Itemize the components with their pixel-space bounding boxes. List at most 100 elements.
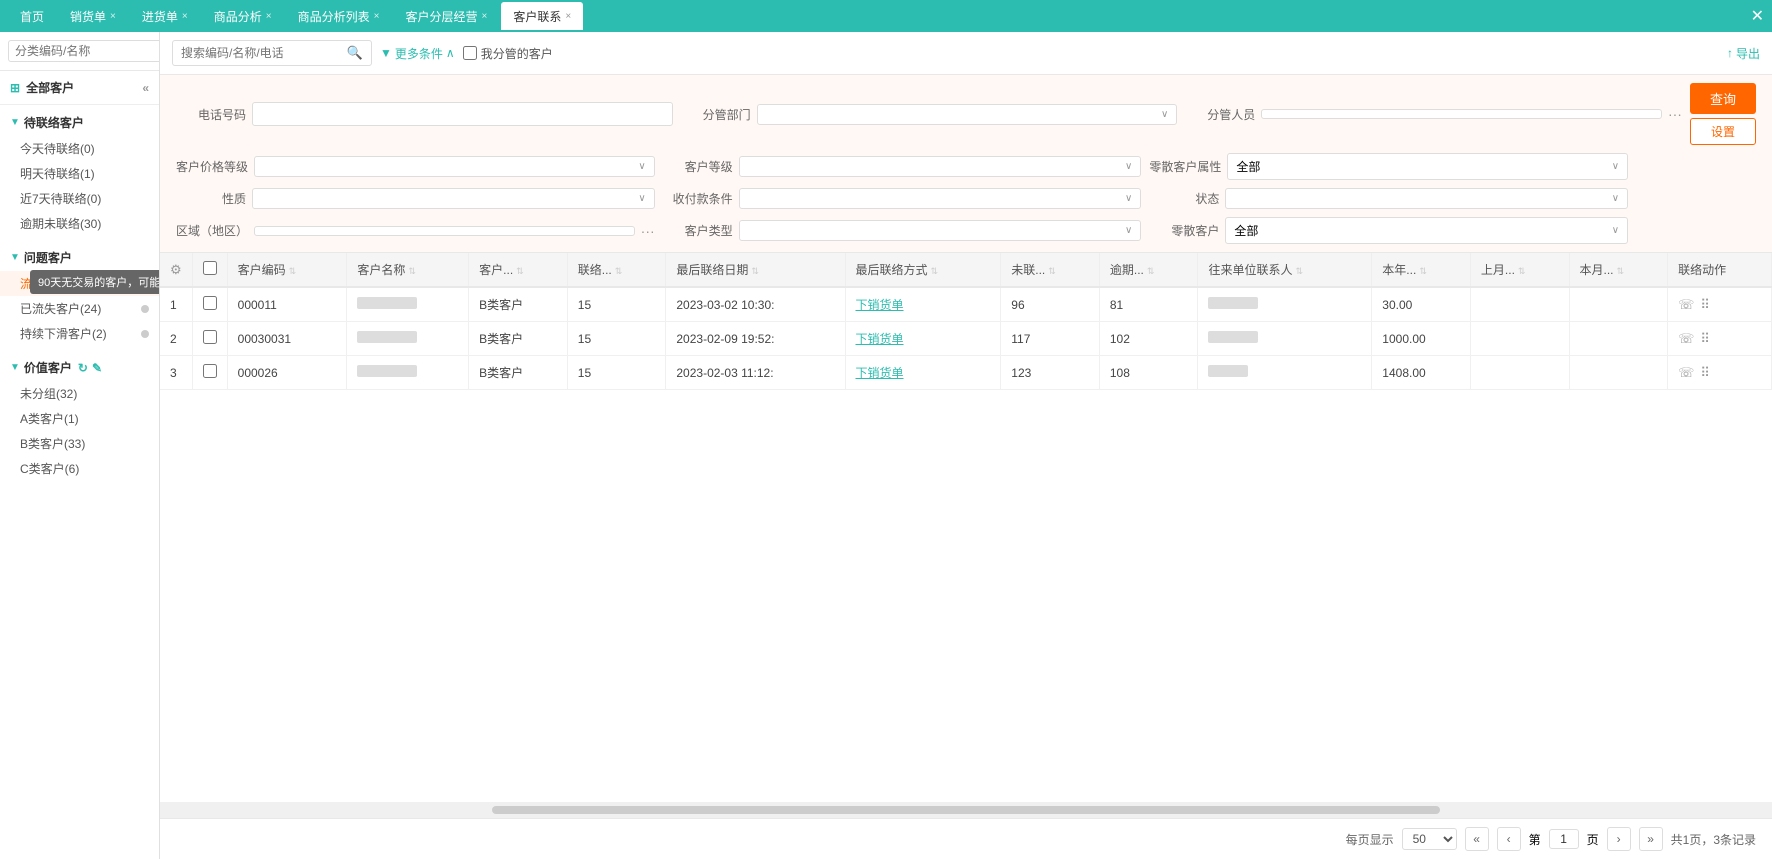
setting-button[interactable]: 设置 bbox=[1690, 118, 1756, 145]
row3-checkbox[interactable] bbox=[203, 364, 217, 378]
row1-action: ☏ ⠿ bbox=[1668, 287, 1772, 322]
sidebar-group-problem-title[interactable]: ▼ 问题客户 bbox=[0, 244, 159, 271]
col-last-month-sort-icon[interactable]: ⇅ bbox=[1518, 266, 1526, 276]
phone-input[interactable] bbox=[261, 107, 664, 121]
query-button[interactable]: 查询 bbox=[1690, 83, 1756, 114]
row3-last-method[interactable]: 下销货单 bbox=[845, 356, 1001, 390]
row2-more-action-icon[interactable]: ⠿ bbox=[1700, 331, 1710, 347]
col-uncontacted-sort-icon[interactable]: ⇅ bbox=[1048, 266, 1056, 276]
col-this-year-sort-icon[interactable]: ⇅ bbox=[1419, 266, 1427, 276]
filter-status-select[interactable]: ∨ bbox=[1225, 188, 1628, 209]
row1-last-method[interactable]: 下销货单 bbox=[845, 287, 1001, 322]
sidebar-item-overdue-contact[interactable]: 逾期未联络(30) bbox=[0, 211, 159, 236]
sidebar-item-ungrouped[interactable]: 未分组(32) bbox=[0, 381, 159, 406]
row2-checkbox[interactable] bbox=[203, 330, 217, 344]
more-filter-button[interactable]: ▼ 更多条件 ∧ bbox=[380, 45, 455, 62]
row1-contact-action-icon[interactable]: ☏ bbox=[1678, 297, 1694, 313]
filter-scattered-select[interactable]: 全部 ∨ bbox=[1225, 217, 1628, 244]
row2-contact-action-icon[interactable]: ☏ bbox=[1678, 331, 1694, 347]
tab-product-analysis[interactable]: 商品分析 × bbox=[202, 2, 284, 30]
col-checkbox[interactable] bbox=[192, 253, 227, 287]
sidebar-item-class-c[interactable]: C类客户(6) bbox=[0, 456, 159, 481]
region-dots-icon[interactable]: ··· bbox=[641, 223, 655, 239]
tab-homepage[interactable]: 首页 bbox=[8, 2, 56, 30]
edit-icon[interactable]: ✎ bbox=[92, 361, 102, 375]
filter-price-select[interactable]: ∨ bbox=[254, 156, 655, 177]
next-page-button[interactable]: › bbox=[1607, 827, 1631, 851]
tab-product-list-close[interactable]: × bbox=[374, 11, 380, 22]
tab-customer-layer-close[interactable]: × bbox=[481, 11, 487, 22]
window-close-icon[interactable]: ✕ bbox=[1751, 6, 1764, 26]
sidebar-item-tomorrow-contact[interactable]: 明天待联络(1) bbox=[0, 161, 159, 186]
sidebar-group-value-title[interactable]: ▼ 价值客户 ↻ ✎ bbox=[0, 354, 159, 381]
export-button[interactable]: ↑ 导出 bbox=[1727, 45, 1760, 62]
tab-sales-order[interactable]: 销货单 × bbox=[58, 2, 128, 30]
col-last-date-sort-icon[interactable]: ⇅ bbox=[751, 266, 759, 276]
row1-cb[interactable] bbox=[192, 287, 227, 322]
col-unit-contact-sort-icon[interactable]: ⇅ bbox=[1296, 266, 1304, 276]
sidebar-item-declining[interactable]: 持续下滑客户(2) bbox=[0, 321, 159, 346]
sidebar-all-customers[interactable]: ⊞ 全部客户 « bbox=[0, 71, 159, 105]
row1-method-link[interactable]: 下销货单 bbox=[856, 298, 904, 312]
col-overdue-sort-icon[interactable]: ⇅ bbox=[1147, 266, 1155, 276]
sidebar-group-pending-title[interactable]: ▼ 待联络客户 bbox=[0, 109, 159, 136]
sidebar-search-input[interactable] bbox=[8, 40, 160, 62]
search-input[interactable] bbox=[181, 46, 347, 60]
col-type-sort-icon[interactable]: ⇅ bbox=[516, 266, 524, 276]
filter-cust-type-select[interactable]: ∨ bbox=[739, 220, 1142, 241]
table-gear-icon[interactable]: ⚙ bbox=[170, 262, 182, 277]
refresh-icon[interactable]: ↻ bbox=[78, 361, 88, 375]
filter-region-input[interactable] bbox=[254, 226, 635, 236]
select-all-checkbox[interactable] bbox=[203, 261, 217, 275]
row2-method-link[interactable]: 下销货单 bbox=[856, 332, 904, 346]
col-this-month-sort-icon[interactable]: ⇅ bbox=[1617, 266, 1625, 276]
row3-cb[interactable] bbox=[192, 356, 227, 390]
tab-customer-contact-close[interactable]: × bbox=[565, 11, 571, 22]
horizontal-scrollbar[interactable] bbox=[176, 806, 1756, 814]
page-size-select[interactable]: 50 20 100 200 bbox=[1402, 828, 1457, 850]
current-page-input[interactable] bbox=[1549, 829, 1579, 849]
filter-payment-select[interactable]: ∨ bbox=[739, 188, 1142, 209]
filter-cust-level-select[interactable]: ∨ bbox=[739, 156, 1142, 177]
sidebar-item-class-b[interactable]: B类客户(33) bbox=[0, 431, 159, 456]
search-filter-input[interactable]: 🔍 bbox=[172, 40, 372, 66]
sidebar-item-7days-contact[interactable]: 近7天待联络(0) bbox=[0, 186, 159, 211]
col-name-sort-icon[interactable]: ⇅ bbox=[408, 266, 416, 276]
person-dots-icon[interactable]: ··· bbox=[1668, 106, 1682, 122]
filter-search-icon[interactable]: 🔍 bbox=[347, 45, 363, 61]
prev-page-button[interactable]: ‹ bbox=[1497, 827, 1521, 851]
tab-product-list[interactable]: 商品分析列表 × bbox=[286, 2, 392, 30]
tab-purchase-close[interactable]: × bbox=[182, 11, 188, 22]
sidebar-item-churned[interactable]: 已流失客户(24) bbox=[0, 296, 159, 321]
tab-sales-close[interactable]: × bbox=[110, 11, 116, 22]
filter-scattered-attr-select[interactable]: 全部 ∨ bbox=[1227, 153, 1628, 180]
tab-product-analysis-close[interactable]: × bbox=[266, 11, 272, 22]
col-last-method-sort-icon[interactable]: ⇅ bbox=[931, 266, 939, 276]
sidebar-item-class-a[interactable]: A类客户(1) bbox=[0, 406, 159, 431]
sidebar-item-today-contact[interactable]: 今天待联络(0) bbox=[0, 136, 159, 161]
row1-more-action-icon[interactable]: ⠿ bbox=[1700, 297, 1710, 313]
row3-method-link[interactable]: 下销货单 bbox=[856, 366, 904, 380]
last-page-button[interactable]: » bbox=[1639, 827, 1663, 851]
col-gear[interactable]: ⚙ bbox=[160, 253, 192, 287]
row1-checkbox[interactable] bbox=[203, 296, 217, 310]
filter-person-select[interactable] bbox=[1261, 109, 1662, 119]
row2-last-method[interactable]: 下销货单 bbox=[845, 322, 1001, 356]
tab-purchase-order[interactable]: 进货单 × bbox=[130, 2, 200, 30]
sidebar-collapse-icon[interactable]: « bbox=[142, 81, 149, 95]
row3-more-action-icon[interactable]: ⠿ bbox=[1700, 365, 1710, 381]
page-prefix-label: 第 bbox=[1529, 831, 1541, 848]
filter-phone-input[interactable] bbox=[252, 102, 673, 126]
row3-contact-action-icon[interactable]: ☏ bbox=[1678, 365, 1694, 381]
row2-cb[interactable] bbox=[192, 322, 227, 356]
first-page-button[interactable]: « bbox=[1465, 827, 1489, 851]
col-code-sort-icon[interactable]: ⇅ bbox=[289, 266, 297, 276]
my-customer-cb[interactable] bbox=[463, 46, 477, 60]
tab-customer-contact[interactable]: 客户联系 × bbox=[501, 2, 583, 30]
scrollbar-thumb[interactable] bbox=[492, 806, 1440, 814]
filter-dept-select[interactable]: ∨ bbox=[757, 104, 1178, 125]
filter-nature-select[interactable]: ∨ bbox=[252, 188, 655, 209]
tab-customer-layer[interactable]: 客户分层经营 × bbox=[393, 2, 499, 30]
col-contact-sort-icon[interactable]: ⇅ bbox=[615, 266, 623, 276]
my-customer-checkbox[interactable]: 我分管的客户 bbox=[463, 45, 553, 62]
